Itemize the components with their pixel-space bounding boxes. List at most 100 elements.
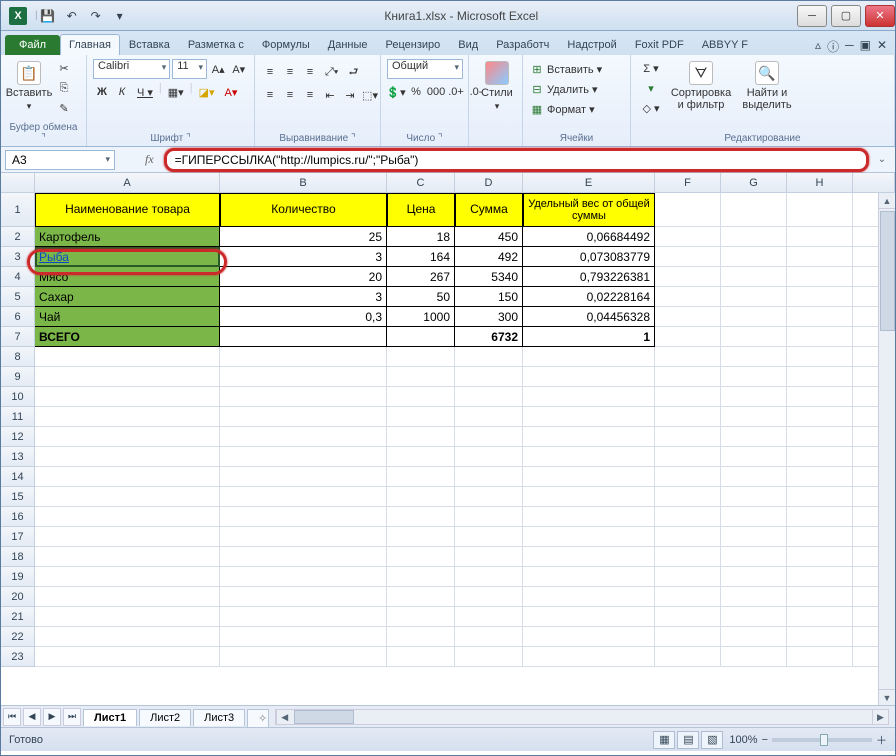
wrap-text[interactable]: ⮐ — [344, 62, 362, 82]
cell-D4[interactable]: 5340 — [455, 267, 523, 287]
cell-blank-18-6[interactable] — [721, 547, 787, 567]
cell-blank-17-6[interactable] — [721, 527, 787, 547]
sheet-tab-Лист2[interactable]: Лист2 — [139, 709, 191, 726]
tab-Надстрой[interactable]: Надстрой — [558, 34, 625, 55]
underline-button[interactable]: Ч ▾ — [133, 82, 157, 102]
hscroll-thumb[interactable] — [294, 710, 354, 724]
cell-blank-15-6[interactable] — [721, 487, 787, 507]
col-head-A[interactable]: A — [35, 173, 220, 193]
formula-bar[interactable]: =ГИПЕРССЫЛКА("http://lumpics.ru/";"Рыба"… — [164, 148, 869, 172]
cell-blank-10-0[interactable] — [35, 387, 220, 407]
cells-format[interactable]: ▦Формат ▾ — [529, 99, 624, 119]
cell-blank-13-4[interactable] — [523, 447, 655, 467]
cell-blank-14-1[interactable] — [220, 467, 387, 487]
cell-blank-22-7[interactable] — [787, 627, 853, 647]
font-color-button[interactable]: A▾ — [220, 82, 241, 102]
cell-blank-8-5[interactable] — [655, 347, 721, 367]
cell-blank-15-7[interactable] — [787, 487, 853, 507]
cell-A2[interactable]: Картофель — [35, 227, 220, 247]
cell-blank-18-7[interactable] — [787, 547, 853, 567]
cell-E3[interactable]: 0,073083779 — [523, 247, 655, 267]
shrink-font[interactable]: A▾ — [229, 59, 248, 79]
cell-blank-9-1[interactable] — [220, 367, 387, 387]
cell-A6[interactable]: Чай — [35, 307, 220, 327]
row-head-8[interactable]: 8 — [1, 347, 35, 367]
cell-blank-16-5[interactable] — [655, 507, 721, 527]
fill[interactable]: ▾ — [637, 79, 665, 97]
row-head-4[interactable]: 4 — [1, 267, 35, 287]
align-right[interactable]: ≡ — [301, 85, 319, 105]
row-head-1[interactable]: 1 — [1, 193, 35, 227]
cell-blank-14-2[interactable] — [387, 467, 455, 487]
row-head-17[interactable]: 17 — [1, 527, 35, 547]
row-head-3[interactable]: 3 — [1, 247, 35, 267]
cell-blank-19-3[interactable] — [455, 567, 523, 587]
row-head-22[interactable]: 22 — [1, 627, 35, 647]
cell-blank-13-7[interactable] — [787, 447, 853, 467]
cell-blank-9-0[interactable] — [35, 367, 220, 387]
align-bottom[interactable]: ≡ — [301, 62, 319, 82]
cell-blank-19-2[interactable] — [387, 567, 455, 587]
close-button[interactable]: ✕ — [865, 5, 895, 27]
italic-button[interactable]: К — [113, 82, 131, 102]
cell-A5[interactable]: Сахар — [35, 287, 220, 307]
cell-blank-10-2[interactable] — [387, 387, 455, 407]
find-select-button[interactable]: 🔍 Найти и выделить — [737, 59, 797, 113]
cell-blank-6-0[interactable] — [655, 307, 721, 327]
cell-blank-3-2[interactable] — [787, 247, 853, 267]
cell-E6[interactable]: 0,04456328 — [523, 307, 655, 327]
workbook-restore[interactable]: ▣ — [860, 38, 871, 55]
qat-customize[interactable]: ▾ — [110, 6, 130, 26]
cell-C2[interactable]: 18 — [387, 227, 455, 247]
cell-blank-12-3[interactable] — [455, 427, 523, 447]
cell-blank-10-1[interactable] — [220, 387, 387, 407]
cell-blank-11-6[interactable] — [721, 407, 787, 427]
cell-blank-11-0[interactable] — [35, 407, 220, 427]
cell-blank-8-7[interactable] — [787, 347, 853, 367]
view-normal[interactable]: ▦ — [653, 731, 675, 749]
increase-indent[interactable]: ⇥ — [341, 85, 359, 105]
col-head-extra[interactable] — [853, 173, 895, 193]
cell-blank-16-3[interactable] — [455, 507, 523, 527]
cell-blank-16-7[interactable] — [787, 507, 853, 527]
cell-blank-1-2[interactable] — [787, 193, 853, 227]
cell-B1[interactable]: Количество — [220, 193, 387, 227]
cell-blank-12-1[interactable] — [220, 427, 387, 447]
cell-A7[interactable]: ВСЕГО — [35, 327, 220, 347]
cell-blank-19-5[interactable] — [655, 567, 721, 587]
cell-blank-17-2[interactable] — [387, 527, 455, 547]
name-box[interactable]: A3 — [5, 150, 115, 170]
cell-blank-20-7[interactable] — [787, 587, 853, 607]
align-top[interactable]: ≡ — [261, 62, 279, 82]
cells-insert[interactable]: ⊞Вставить ▾ — [529, 59, 624, 79]
cell-blank-11-5[interactable] — [655, 407, 721, 427]
cell-blank-11-7[interactable] — [787, 407, 853, 427]
row-head-23[interactable]: 23 — [1, 647, 35, 667]
cell-blank-14-3[interactable] — [455, 467, 523, 487]
cell-blank-13-5[interactable] — [655, 447, 721, 467]
cell-blank-21-6[interactable] — [721, 607, 787, 627]
cell-blank-17-0[interactable] — [35, 527, 220, 547]
cell-blank-20-2[interactable] — [387, 587, 455, 607]
col-head-H[interactable]: H — [787, 173, 853, 193]
help-icon[interactable]: ⓘ — [827, 38, 839, 55]
cell-blank-22-1[interactable] — [220, 627, 387, 647]
cell-blank-14-4[interactable] — [523, 467, 655, 487]
cell-D6[interactable]: 300 — [455, 307, 523, 327]
row-head-6[interactable]: 6 — [1, 307, 35, 327]
hscroll-right[interactable]: ▶ — [872, 710, 888, 724]
cell-blank-14-7[interactable] — [787, 467, 853, 487]
row-head-12[interactable]: 12 — [1, 427, 35, 447]
cell-blank-23-7[interactable] — [787, 647, 853, 667]
cell-blank-12-2[interactable] — [387, 427, 455, 447]
cell-blank-5-2[interactable] — [787, 287, 853, 307]
cell-blank-11-2[interactable] — [387, 407, 455, 427]
cell-blank-15-2[interactable] — [387, 487, 455, 507]
sheet-nav-last[interactable]: ⏭ — [63, 708, 81, 726]
cell-blank-3-1[interactable] — [721, 247, 787, 267]
format-painter-button[interactable]: ✎ — [55, 99, 73, 117]
comma-format[interactable]: 000 — [427, 82, 445, 102]
cell-blank-12-6[interactable] — [721, 427, 787, 447]
row-head-7[interactable]: 7 — [1, 327, 35, 347]
align-middle[interactable]: ≡ — [281, 62, 299, 82]
